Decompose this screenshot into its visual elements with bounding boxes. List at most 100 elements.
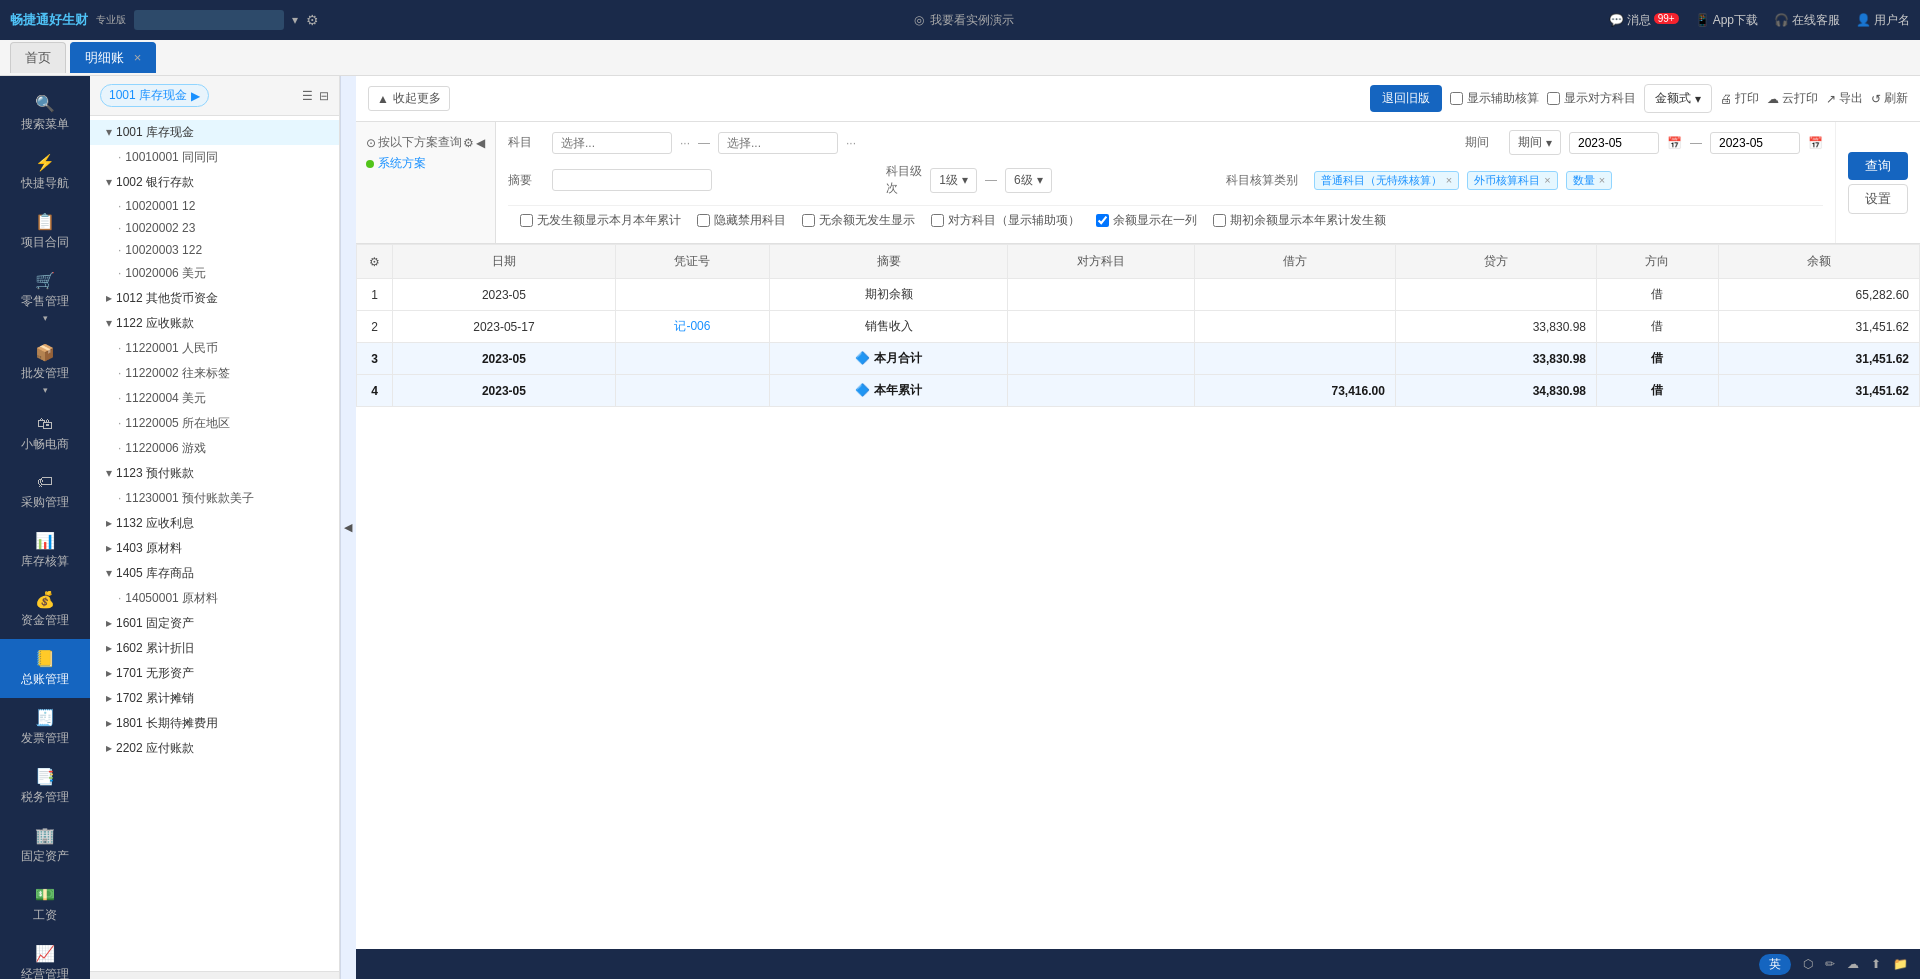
bottom-item-2[interactable]: ✏ xyxy=(1825,957,1835,971)
sidebar-item-ecommerce[interactable]: 🛍 小畅电商 xyxy=(0,405,90,463)
language-button[interactable]: 英 xyxy=(1759,954,1791,975)
amount-format-button[interactable]: 金额式 ▾ xyxy=(1644,84,1712,113)
tree-item-1001[interactable]: ▾1001 库存现金 xyxy=(90,120,339,145)
sidebar-item-inventory[interactable]: 📊 库存核算 xyxy=(0,521,90,580)
demo-text[interactable]: 我要看实例演示 xyxy=(930,12,1014,29)
filter-scheme-settings-icon[interactable]: ⚙ xyxy=(463,136,474,150)
option-balance-one-col-input[interactable] xyxy=(1096,214,1109,227)
print-button[interactable]: 🖨 打印 xyxy=(1720,90,1759,107)
export-button[interactable]: ↗ 导出 xyxy=(1826,90,1863,107)
settings-icon[interactable]: ⚙ xyxy=(306,12,319,28)
tree-item-1405[interactable]: ▾1405 库存商品 xyxy=(90,561,339,586)
back-old-version-button[interactable]: 退回旧版 xyxy=(1370,85,1442,112)
account-selected[interactable]: 1001 库存现金 ▶ xyxy=(100,84,209,107)
period-type-select[interactable]: 期间 ▾ xyxy=(1509,130,1561,155)
tree-item-10020002[interactable]: ·10020002 23 xyxy=(90,217,339,239)
bottom-item-4[interactable]: ⬆ xyxy=(1871,957,1881,971)
sidebar-item-invoice[interactable]: 🧾 发票管理 xyxy=(0,698,90,757)
sidebar-item-project[interactable]: 📋 项目合同 xyxy=(0,202,90,261)
tree-item-10020003[interactable]: ·10020003 122 xyxy=(90,239,339,261)
option-balance-one-col[interactable]: 余额显示在一列 xyxy=(1096,212,1197,229)
tree-item-1122[interactable]: ▾1122 应收账款 xyxy=(90,311,339,336)
show-auxiliary-input[interactable] xyxy=(1450,92,1463,105)
tree-view-icon[interactable]: ⊟ xyxy=(319,89,329,103)
sidebar-item-purchase[interactable]: 🏷 采购管理 xyxy=(0,463,90,521)
tree-item-11220005[interactable]: ·11220005 所在地区 xyxy=(90,411,339,436)
option-no-occurrence[interactable]: 无发生额显示本月本年累计 xyxy=(520,212,681,229)
list-view-icon[interactable]: ☰ xyxy=(302,89,313,103)
sidebar-item-operations[interactable]: 📈 经营管理 xyxy=(0,934,90,979)
tree-item-11220004[interactable]: ·11220004 美元 xyxy=(90,386,339,411)
sidebar-item-ledger[interactable]: 📒 总账管理 xyxy=(0,639,90,698)
tree-item-1801[interactable]: ▸1801 长期待摊费用 xyxy=(90,711,339,736)
top-search-input[interactable] xyxy=(134,10,284,30)
tree-item-1123[interactable]: ▾1123 预付账款 xyxy=(90,461,339,486)
show-opposite-checkbox[interactable]: 显示对方科目 xyxy=(1547,90,1636,107)
dropdown-icon[interactable]: ▾ xyxy=(292,13,298,27)
tree-item-11230001[interactable]: ·11230001 预付账款美子 xyxy=(90,486,339,511)
panel-collapse-arrow[interactable]: ◀ xyxy=(340,76,356,979)
tree-item-10010001[interactable]: ·10010001 同同同 xyxy=(90,145,339,170)
option-hide-disabled-input[interactable] xyxy=(697,214,710,227)
tree-item-11220002[interactable]: ·11220002 往来标签 xyxy=(90,361,339,386)
tree-item-1702[interactable]: ▸1702 累计摊销 xyxy=(90,686,339,711)
tree-item-2202[interactable]: ▸2202 应付账款 xyxy=(90,736,339,761)
sidebar-item-search[interactable]: 🔍 搜索菜单 xyxy=(0,84,90,143)
tree-item-10020001[interactable]: ·10020001 12 xyxy=(90,195,339,217)
tab-close-icon[interactable]: × xyxy=(134,50,142,65)
account-selected-arrow[interactable]: ▶ xyxy=(191,89,200,103)
option-opposite-subject-input[interactable] xyxy=(931,214,944,227)
cloud-print-button[interactable]: ☁ 云打印 xyxy=(1767,90,1818,107)
sidebar-item-retail[interactable]: 🛒 零售管理 ▾ xyxy=(0,261,90,333)
user-avatar[interactable]: 👤 用户名 xyxy=(1856,12,1910,29)
app-download-button[interactable]: 📱 App下载 xyxy=(1695,12,1758,29)
option-no-balance[interactable]: 无余额无发生显示 xyxy=(802,212,915,229)
voucher-link-2[interactable]: 记-006 xyxy=(674,319,710,333)
bottom-item-1[interactable]: ⬡ xyxy=(1803,957,1813,971)
period-from-input[interactable] xyxy=(1569,132,1659,154)
subject-from-input[interactable] xyxy=(552,132,672,154)
show-auxiliary-checkbox[interactable]: 显示辅助核算 xyxy=(1450,90,1539,107)
tree-item-10020006[interactable]: ·10020006 美元 xyxy=(90,261,339,286)
subject-to-input[interactable] xyxy=(718,132,838,154)
sidebar-item-wholesale[interactable]: 📦 批发管理 ▾ xyxy=(0,333,90,405)
sidebar-item-capital[interactable]: 💰 资金管理 xyxy=(0,580,90,639)
period-to-input[interactable] xyxy=(1710,132,1800,154)
tree-item-1012[interactable]: ▸1012 其他货币资金 xyxy=(90,286,339,311)
period-calendar-to-icon[interactable]: 📅 xyxy=(1808,136,1823,150)
show-opposite-input[interactable] xyxy=(1547,92,1560,105)
option-opening-ytd[interactable]: 期初余额显示本年累计发生额 xyxy=(1213,212,1386,229)
level-to-select[interactable]: 6级 ▾ xyxy=(1005,168,1052,193)
filter-scheme-header[interactable]: ⊙ 按以下方案查询 ⚙ ◀ xyxy=(366,130,485,155)
system-plan[interactable]: 系统方案 xyxy=(366,155,485,172)
tree-item-1602[interactable]: ▸1602 累计折旧 xyxy=(90,636,339,661)
option-no-balance-input[interactable] xyxy=(802,214,815,227)
horizontal-scrollbar[interactable] xyxy=(90,971,339,979)
tag-ordinary-close[interactable]: × xyxy=(1446,174,1452,186)
tree-item-1403[interactable]: ▸1403 原材料 xyxy=(90,536,339,561)
bottom-item-3[interactable]: ☁ xyxy=(1847,957,1859,971)
tab-home[interactable]: 首页 xyxy=(10,42,66,73)
tree-item-11220006[interactable]: ·11220006 游戏 xyxy=(90,436,339,461)
sidebar-item-salary[interactable]: 💵 工资 xyxy=(0,875,90,934)
tree-item-1002[interactable]: ▾1002 银行存款 xyxy=(90,170,339,195)
option-opening-ytd-input[interactable] xyxy=(1213,214,1226,227)
setting-button[interactable]: 设置 xyxy=(1848,184,1908,214)
collapse-more-button[interactable]: ▲ 收起更多 xyxy=(368,86,450,111)
summary-input[interactable] xyxy=(552,169,712,191)
sidebar-item-quicknav[interactable]: ⚡ 快捷导航 xyxy=(0,143,90,202)
refresh-button[interactable]: ↺ 刷新 xyxy=(1871,90,1908,107)
tree-item-1601[interactable]: ▸1601 固定资产 xyxy=(90,611,339,636)
option-no-occurrence-input[interactable] xyxy=(520,214,533,227)
tab-ledger[interactable]: 明细账 × xyxy=(70,42,156,73)
online-service-button[interactable]: 🎧 在线客服 xyxy=(1774,12,1840,29)
tree-item-1701[interactable]: ▸1701 无形资产 xyxy=(90,661,339,686)
tag-foreign[interactable]: 外币核算科目 × xyxy=(1467,171,1557,190)
bottom-item-5[interactable]: 📁 xyxy=(1893,957,1908,971)
table-settings-header[interactable]: ⚙ xyxy=(357,245,393,279)
query-button[interactable]: 查询 xyxy=(1848,152,1908,180)
tag-quantity-close[interactable]: × xyxy=(1599,174,1605,186)
option-opposite-subject[interactable]: 对方科目（显示辅助项） xyxy=(931,212,1080,229)
tree-item-1132[interactable]: ▸1132 应收利息 xyxy=(90,511,339,536)
tree-item-11220001[interactable]: ·11220001 人民币 xyxy=(90,336,339,361)
